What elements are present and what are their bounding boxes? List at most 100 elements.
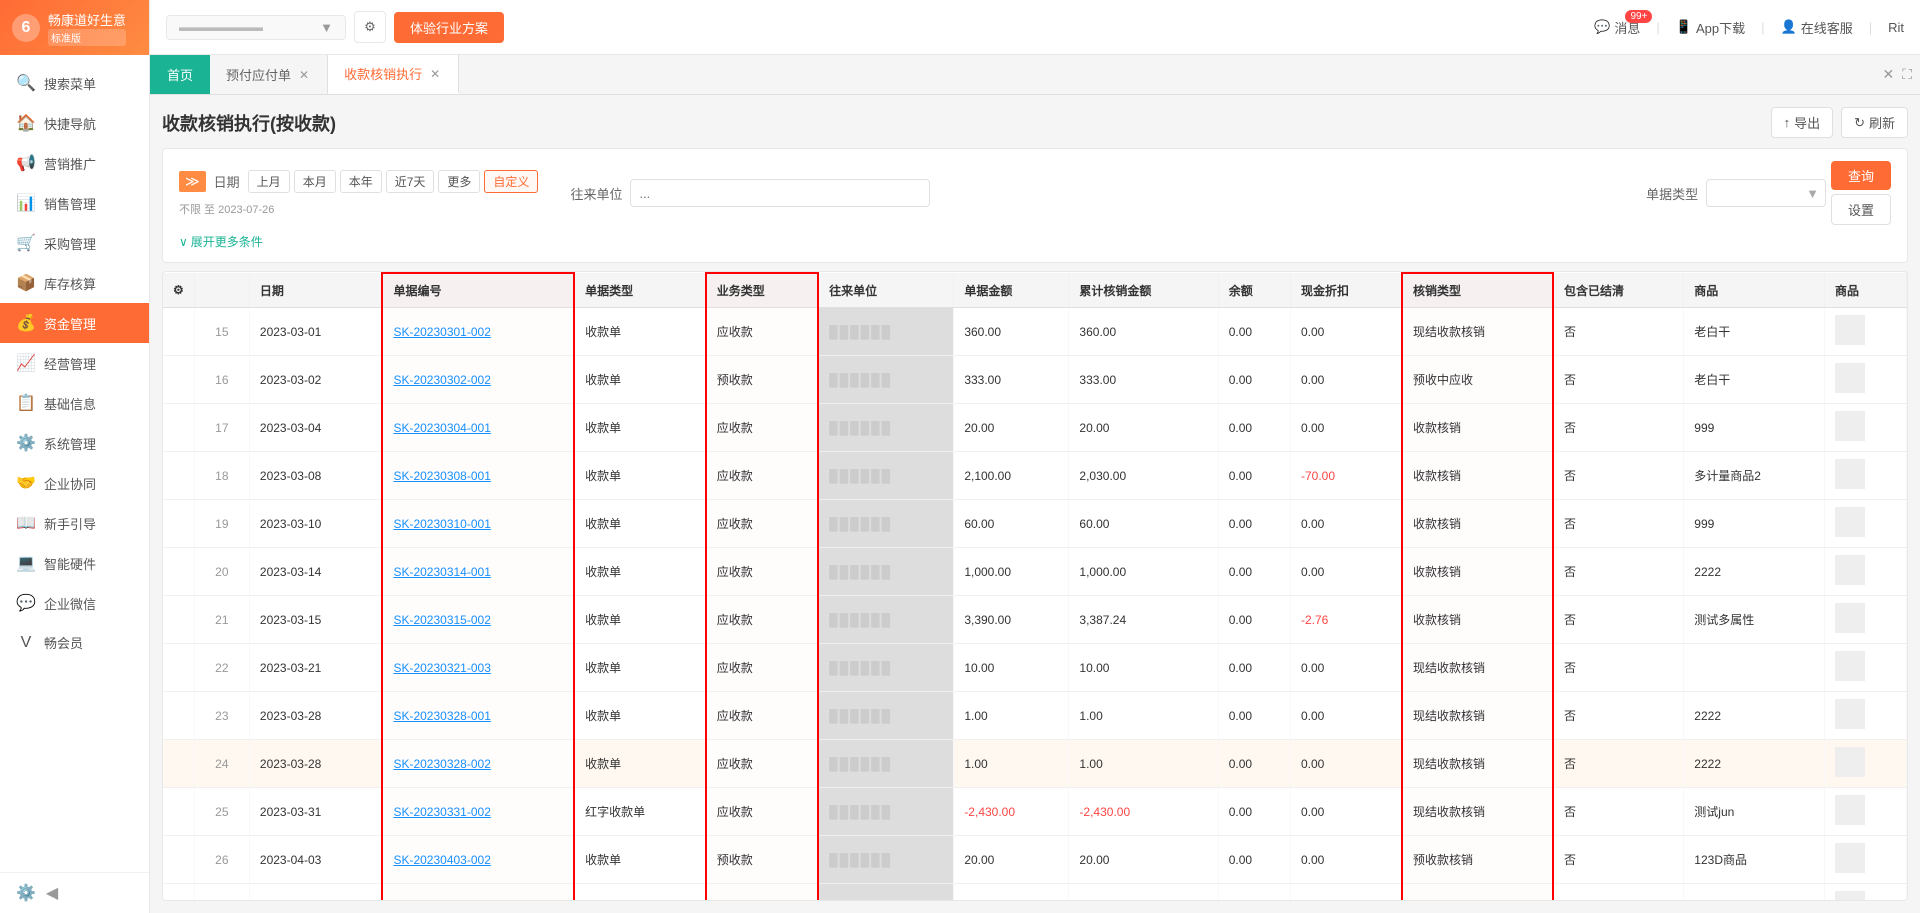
col-settings[interactable]: ⚙ xyxy=(163,273,194,308)
topbar-dropdown[interactable]: ▬▬▬▬▬▬▬ ▼ xyxy=(166,15,346,40)
cell-total-verified: 20.00 xyxy=(1069,836,1218,884)
setting-button[interactable]: 设置 xyxy=(1831,194,1891,225)
cell-settings xyxy=(163,788,194,836)
sidebar-item-system[interactable]: ⚙️ 系统管理 xyxy=(0,423,149,463)
sidebar-item-search[interactable]: 🔍 搜索菜单 xyxy=(0,63,149,103)
tab-fullscreen-icon[interactable]: ⛶ xyxy=(1902,66,1912,83)
cell-row-num: 27 xyxy=(194,884,249,902)
voucher-no-link[interactable]: SK-20230328-001 xyxy=(393,709,490,723)
voucher-no-link[interactable]: SK-20230310-001 xyxy=(393,517,490,531)
sidebar-item-collab[interactable]: 🤝 企业协同 xyxy=(0,463,149,503)
sidebar-item-hardware[interactable]: 💻 智能硬件 xyxy=(0,543,149,583)
logo-icon: 6 xyxy=(12,14,40,42)
cell-voucher-type: 收款单 xyxy=(574,452,706,500)
cell-amount: 20.00 xyxy=(954,404,1069,452)
tab-close-all-icon[interactable]: ✕ xyxy=(1882,66,1894,83)
cell-voucher-type: 收款单 xyxy=(574,356,706,404)
marketing-icon: 📢 xyxy=(16,153,36,173)
main-content: ▬▬▬▬▬▬▬ ▼ ⚙ 体验行业方案 💬 消息 99+ | 📱 App下载 | … xyxy=(150,0,1920,913)
cell-product: 老白干 xyxy=(1684,356,1825,404)
app-download-label: App下载 xyxy=(1696,18,1745,37)
tab-collection-close[interactable]: ✕ xyxy=(428,65,442,83)
sidebar-item-wechat[interactable]: 💬 企业微信 xyxy=(0,583,149,623)
date-btn-this-year[interactable]: 本年 xyxy=(340,170,382,193)
voucher-no-link[interactable]: SK-20230301-002 xyxy=(393,325,490,339)
date-btn-custom[interactable]: 自定义 xyxy=(484,170,538,193)
cell-partner: ██████ xyxy=(818,356,954,404)
sidebar-item-guide[interactable]: 📖 新手引导 xyxy=(0,503,149,543)
cell-row-num: 21 xyxy=(194,596,249,644)
voucher-no-link[interactable]: SK-20230403-002 xyxy=(393,853,490,867)
table-row: 22 2023-03-21 SK-20230321-003 收款单 应收款 ██… xyxy=(163,644,1907,692)
expand-more-filters[interactable]: ∨ 展开更多条件 xyxy=(179,233,1891,250)
tab-home-label: 首页 xyxy=(167,65,193,84)
filter-expand-arrow[interactable]: ≫ xyxy=(179,171,206,192)
cell-product2 xyxy=(1825,308,1907,356)
voucher-no-link[interactable]: SK-20230302-002 xyxy=(393,373,490,387)
sidebar-item-basic[interactable]: 📋 基础信息 xyxy=(0,383,149,423)
export-button[interactable]: ↑ 导出 xyxy=(1771,107,1834,138)
col-total-verified: 累计核销金额 xyxy=(1069,273,1218,308)
tab-prepay-close[interactable]: ✕ xyxy=(297,66,311,84)
cell-voucher-no[interactable]: SK-20230328-001 xyxy=(382,692,574,740)
cell-settings xyxy=(163,692,194,740)
voucher-no-link[interactable]: SK-20230321-003 xyxy=(393,661,490,675)
user-name[interactable]: Rit xyxy=(1888,20,1904,35)
voucher-no-link[interactable]: SK-20230304-001 xyxy=(393,421,490,435)
topbar-gear-button[interactable]: ⚙ xyxy=(354,11,386,43)
tabbar: 首页 预付应付单 ✕ 收款核销执行 ✕ ✕ ⛶ xyxy=(150,55,1920,95)
sidebar-label-inventory: 库存核算 xyxy=(44,274,96,293)
date-btn-this-month[interactable]: 本月 xyxy=(294,170,336,193)
sidebar-item-quick-nav[interactable]: 🏠 快捷导航 xyxy=(0,103,149,143)
sidebar-item-operation[interactable]: 📈 经营管理 xyxy=(0,343,149,383)
phone-icon: 📱 xyxy=(1676,19,1692,35)
finance-icon: 💰 xyxy=(16,313,36,333)
sidebar-item-inventory[interactable]: 📦 库存核算 xyxy=(0,263,149,303)
cell-voucher-no[interactable]: SK-20230321-003 xyxy=(382,644,574,692)
settings-bottom-icon[interactable]: ⚙️ xyxy=(16,883,36,903)
refresh-button[interactable]: ↻ 刷新 xyxy=(1841,107,1908,138)
voucher-no-link[interactable]: SK-20230308-001 xyxy=(393,469,490,483)
messages-button[interactable]: 💬 消息 99+ xyxy=(1594,18,1640,37)
query-button[interactable]: 查询 xyxy=(1831,161,1891,190)
app-download-button[interactable]: 📱 App下载 xyxy=(1676,18,1745,37)
tab-home[interactable]: 首页 xyxy=(150,55,210,94)
cell-voucher-no[interactable]: SK-20230304-001 xyxy=(382,404,574,452)
cell-voucher-no[interactable]: SK-20230301-002 xyxy=(382,308,574,356)
voucher-no-link[interactable]: SK-20230314-001 xyxy=(393,565,490,579)
filter-voucher-type-select[interactable] xyxy=(1706,179,1826,207)
date-btn-7days[interactable]: 近7天 xyxy=(386,170,435,193)
tab-prepay[interactable]: 预付应付单 ✕ xyxy=(210,55,328,94)
voucher-no-link[interactable]: SK-20230331-002 xyxy=(393,805,490,819)
cell-voucher-no[interactable]: SK-20230314-001 xyxy=(382,548,574,596)
sidebar-item-purchase[interactable]: 🛒 采购管理 xyxy=(0,223,149,263)
cell-total-verified: 60.00 xyxy=(1069,500,1218,548)
cell-voucher-no[interactable]: SK-20230408-001 xyxy=(382,884,574,902)
sidebar-item-member[interactable]: V 畅会员 xyxy=(0,623,149,662)
voucher-no-link[interactable]: SK-20230408-001 xyxy=(393,901,490,902)
voucher-no-link[interactable]: SK-20230328-002 xyxy=(393,757,490,771)
cell-voucher-no[interactable]: SK-20230302-002 xyxy=(382,356,574,404)
sidebar-item-finance[interactable]: 💰 资金管理 xyxy=(0,303,149,343)
cell-voucher-no[interactable]: SK-20230310-001 xyxy=(382,500,574,548)
sidebar: 6 畅康道好生意 标准版 🔍 搜索菜单 🏠 快捷导航 📢 营销推广 📊 销售管理… xyxy=(0,0,150,913)
date-btn-last-month[interactable]: 上月 xyxy=(248,170,290,193)
cell-balance: 0.00 xyxy=(1218,740,1290,788)
table-row: 20 2023-03-14 SK-20230314-001 收款单 应收款 ██… xyxy=(163,548,1907,596)
date-btn-more[interactable]: 更多 xyxy=(438,170,480,193)
cell-voucher-no[interactable]: SK-20230308-001 xyxy=(382,452,574,500)
cell-voucher-no[interactable]: SK-20230328-002 xyxy=(382,740,574,788)
solution-button[interactable]: 体验行业方案 xyxy=(394,12,504,43)
collapse-icon[interactable]: ◀ xyxy=(46,883,58,903)
cell-voucher-no[interactable]: SK-20230403-002 xyxy=(382,836,574,884)
table-row: 17 2023-03-04 SK-20230304-001 收款单 应收款 ██… xyxy=(163,404,1907,452)
online-support-button[interactable]: 👤 在线客服 xyxy=(1781,18,1853,37)
sidebar-item-sales[interactable]: 📊 销售管理 xyxy=(0,183,149,223)
cell-voucher-no[interactable]: SK-20230315-002 xyxy=(382,596,574,644)
cell-voucher-no[interactable]: SK-20230331-002 xyxy=(382,788,574,836)
col-amount: 单据金额 xyxy=(954,273,1069,308)
sidebar-item-marketing[interactable]: 📢 营销推广 xyxy=(0,143,149,183)
filter-partner-input[interactable] xyxy=(630,179,930,207)
voucher-no-link[interactable]: SK-20230315-002 xyxy=(393,613,490,627)
tab-collection[interactable]: 收款核销执行 ✕ xyxy=(328,55,459,94)
